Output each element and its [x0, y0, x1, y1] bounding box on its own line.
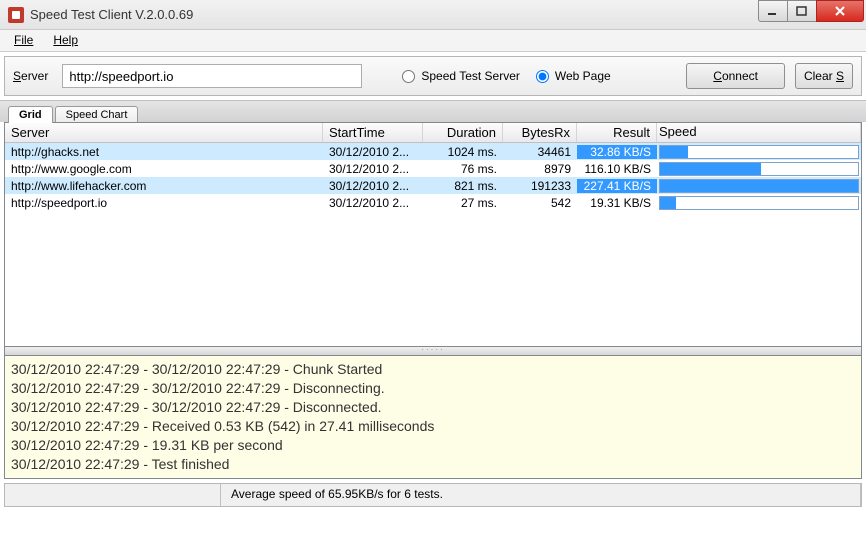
cell-bytes: 8979 [503, 162, 577, 176]
col-server[interactable]: Server [5, 123, 323, 142]
cell-duration: 27 ms. [423, 196, 503, 210]
window-title: Speed Test Client V.2.0.0.69 [30, 7, 862, 22]
cell-server: http://ghacks.net [5, 145, 323, 159]
titlebar[interactable]: Speed Test Client V.2.0.0.69 [0, 0, 866, 30]
cell-result: 19.31 KB/S [577, 196, 657, 210]
table-row[interactable]: http://speedport.io30/12/2010 2...27 ms.… [5, 194, 861, 211]
clear-button[interactable]: Clear S [795, 63, 853, 89]
cell-start: 30/12/2010 2... [323, 179, 423, 193]
cell-duration: 76 ms. [423, 162, 503, 176]
mode-radio-group: Speed Test Server Web Page [402, 69, 610, 83]
window-controls [759, 0, 864, 22]
cell-server: http://www.lifehacker.com [5, 179, 323, 193]
minimize-button[interactable] [758, 0, 788, 22]
tab-grid[interactable]: Grid [8, 106, 53, 123]
radio-wp-input[interactable] [536, 70, 549, 83]
table-row[interactable]: http://www.lifehacker.com30/12/2010 2...… [5, 177, 861, 194]
radio-web-page[interactable]: Web Page [536, 69, 611, 83]
app-icon [8, 7, 24, 23]
splitter[interactable]: ····· [4, 347, 862, 355]
cell-start: 30/12/2010 2... [323, 162, 423, 176]
grid-header: Server StartTime Duration BytesRx Result… [5, 123, 861, 143]
log-line: 30/12/2010 22:47:29 - 30/12/2010 22:47:2… [11, 360, 855, 379]
col-result[interactable]: Result [577, 123, 657, 142]
status-left [5, 484, 221, 506]
col-bytes[interactable]: BytesRx [503, 123, 577, 142]
radio-speed-test-server[interactable]: Speed Test Server [402, 69, 520, 83]
status-average: Average speed of 65.95KB/s for 6 tests. [221, 484, 861, 506]
cell-server: http://www.google.com [5, 162, 323, 176]
tab-strip: Grid Speed Chart [0, 100, 866, 122]
control-panel: Server Speed Test Server Web Page Connec… [4, 56, 862, 96]
cell-result: 32.86 KB/S [577, 145, 657, 159]
menubar: File Help [0, 30, 866, 52]
cell-server: http://speedport.io [5, 196, 323, 210]
log-line: 30/12/2010 22:47:29 - 30/12/2010 22:47:2… [11, 398, 855, 417]
log-panel[interactable]: 30/12/2010 22:47:29 - 30/12/2010 22:47:2… [4, 355, 862, 479]
menu-help[interactable]: Help [43, 30, 88, 51]
log-line: 30/12/2010 22:47:29 - 30/12/2010 22:47:2… [11, 379, 855, 398]
table-row[interactable]: http://www.google.com30/12/2010 2...76 m… [5, 160, 861, 177]
cell-duration: 821 ms. [423, 179, 503, 193]
cell-speed [657, 161, 861, 177]
grid-body: http://ghacks.net30/12/2010 2...1024 ms.… [5, 143, 861, 211]
cell-result: 116.10 KB/S [577, 162, 657, 176]
log-line: 30/12/2010 22:47:29 - Received 0.53 KB (… [11, 417, 855, 436]
cell-result: 227.41 KB/S [577, 179, 657, 193]
maximize-button[interactable] [787, 0, 817, 22]
tab-speed-chart[interactable]: Speed Chart [55, 106, 139, 123]
server-label: Server [13, 69, 52, 83]
server-input[interactable] [62, 64, 362, 88]
statusbar: Average speed of 65.95KB/s for 6 tests. [4, 483, 862, 507]
menu-file[interactable]: File [4, 30, 43, 51]
cell-start: 30/12/2010 2... [323, 196, 423, 210]
cell-duration: 1024 ms. [423, 145, 503, 159]
radio-sts-input[interactable] [402, 70, 415, 83]
log-line: 30/12/2010 22:47:29 - Test finished [11, 455, 855, 474]
close-button[interactable] [816, 0, 864, 22]
col-speed[interactable]: Speed [657, 123, 861, 142]
cell-bytes: 191233 [503, 179, 577, 193]
results-grid[interactable]: Server StartTime Duration BytesRx Result… [4, 122, 862, 347]
cell-speed [657, 144, 861, 160]
cell-speed [657, 195, 861, 211]
col-start[interactable]: StartTime [323, 123, 423, 142]
cell-bytes: 542 [503, 196, 577, 210]
col-duration[interactable]: Duration [423, 123, 503, 142]
cell-bytes: 34461 [503, 145, 577, 159]
cell-start: 30/12/2010 2... [323, 145, 423, 159]
table-row[interactable]: http://ghacks.net30/12/2010 2...1024 ms.… [5, 143, 861, 160]
cell-speed [657, 178, 861, 194]
log-line: 30/12/2010 22:47:29 - 19.31 KB per secon… [11, 436, 855, 455]
connect-button[interactable]: Connect [686, 63, 785, 89]
